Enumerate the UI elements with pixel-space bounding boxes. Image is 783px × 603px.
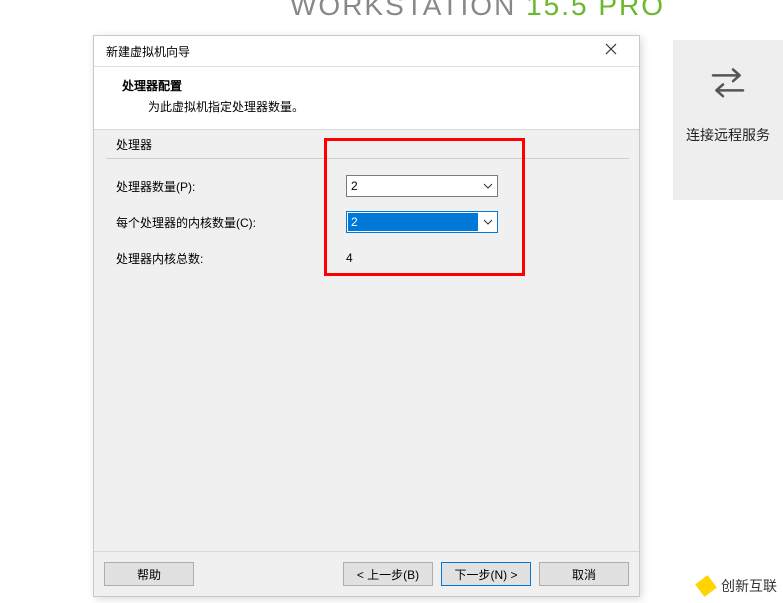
- total-row: 处理器内核总数: 4: [114, 245, 621, 271]
- processors-value: 2: [347, 176, 479, 196]
- cores-combo[interactable]: 2: [346, 211, 498, 233]
- dialog-title: 新建虚拟机向导: [106, 43, 591, 60]
- back-button[interactable]: < 上一步(B): [343, 562, 433, 586]
- total-value: 4: [346, 251, 516, 265]
- brand-prefix: WORKSTATION: [290, 0, 516, 21]
- watermark-text: 创新互联: [721, 576, 777, 596]
- group-label: 处理器: [112, 136, 156, 153]
- help-button[interactable]: 帮助: [104, 562, 194, 586]
- dialog-body: 处理器 处理器数量(P): 2 每个处理器的内核数量(C): 2: [94, 130, 639, 551]
- help-label: 帮助: [137, 566, 161, 583]
- cores-value: 2: [348, 213, 478, 231]
- watermark: 创新互联: [695, 575, 777, 597]
- brand-version: 15.5: [516, 0, 598, 21]
- connect-remote-tile[interactable]: 连接远程服务: [673, 40, 783, 200]
- dialog-footer: 帮助 < 上一步(B) 下一步(N) > 取消: [94, 551, 639, 596]
- header-title: 处理器配置: [108, 77, 625, 94]
- wizard-dialog: 新建虚拟机向导 处理器配置 为此虚拟机指定处理器数量。 处理器 处理器数量(P)…: [93, 35, 640, 597]
- brand-suffix: PRO: [598, 0, 665, 21]
- titlebar: 新建虚拟机向导: [94, 36, 639, 67]
- processors-combo[interactable]: 2: [346, 175, 498, 197]
- cores-row: 每个处理器的内核数量(C): 2: [114, 209, 621, 235]
- close-button[interactable]: [591, 37, 631, 65]
- header-subtitle: 为此虚拟机指定处理器数量。: [108, 98, 625, 115]
- processors-label: 处理器数量(P):: [114, 178, 346, 195]
- back-label: < 上一步(B): [357, 566, 419, 583]
- transfer-icon: [708, 62, 748, 105]
- brand-title: WORKSTATION 15.5 PRO: [290, 0, 665, 22]
- processor-group: 处理器数量(P): 2 每个处理器的内核数量(C): 2: [106, 158, 629, 289]
- cancel-label: 取消: [572, 566, 596, 583]
- dialog-header: 处理器配置 为此虚拟机指定处理器数量。: [94, 67, 639, 130]
- watermark-icon: [694, 574, 719, 599]
- total-label: 处理器内核总数:: [114, 250, 346, 267]
- cancel-button[interactable]: 取消: [539, 562, 629, 586]
- cores-label: 每个处理器的内核数量(C):: [114, 214, 346, 231]
- connect-remote-label: 连接远程服务: [686, 125, 770, 145]
- close-icon: [605, 42, 617, 60]
- processors-row: 处理器数量(P): 2: [114, 173, 621, 199]
- next-button[interactable]: 下一步(N) >: [441, 562, 531, 586]
- next-label: 下一步(N) >: [454, 566, 517, 583]
- chevron-down-icon: [479, 212, 497, 232]
- chevron-down-icon: [479, 176, 497, 196]
